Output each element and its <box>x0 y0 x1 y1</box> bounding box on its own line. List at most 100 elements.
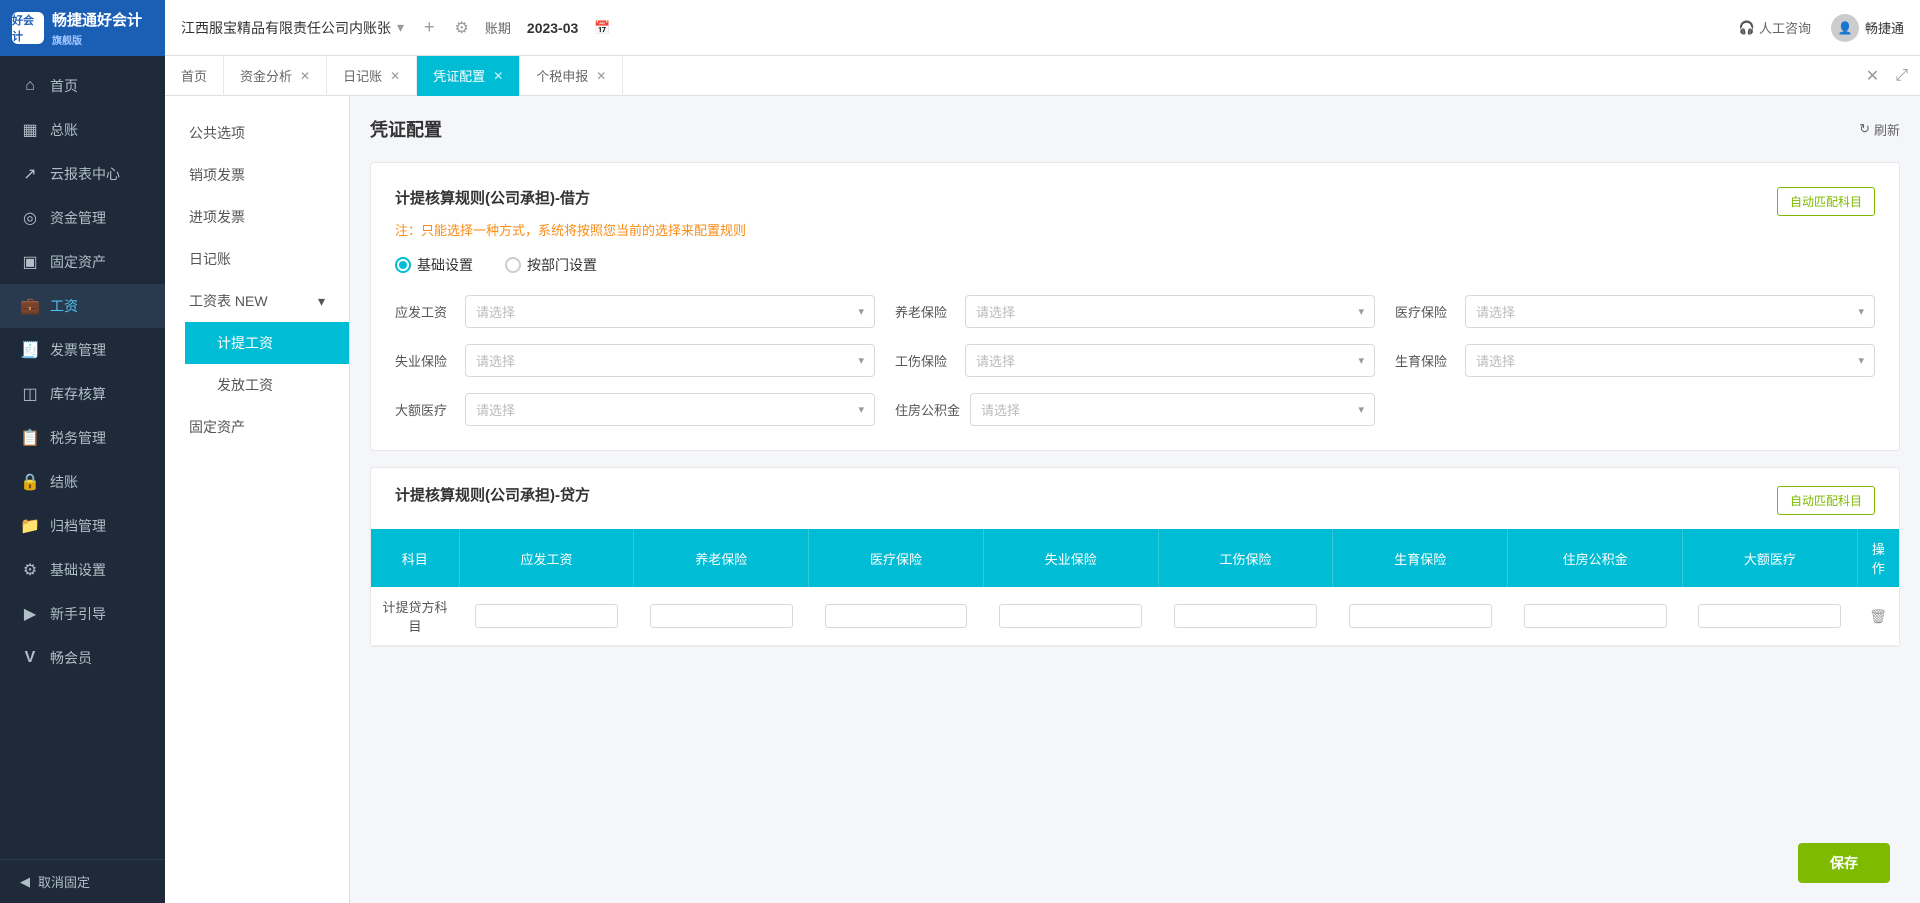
logo-icon: 好会计 <box>12 12 44 44</box>
user-name: 畅捷通 <box>1865 18 1904 37</box>
period-value: 2023-03 <box>527 20 578 36</box>
left-nav-fixed-asset[interactable]: 固定资产 <box>165 406 349 448</box>
field-label: 失业保险 <box>395 351 455 370</box>
sidebar-item-payroll[interactable]: 💼 工资 <box>0 284 165 328</box>
sidebar-item-reports[interactable]: ↗ 云报表中心 <box>0 152 165 196</box>
tab-close-icon[interactable]: ✕ <box>596 69 606 83</box>
avatar-icon: 👤 <box>1838 21 1853 35</box>
input-gongshang[interactable] <box>1174 604 1317 628</box>
row-label: 计提贷方科目 <box>371 587 459 646</box>
dropdown-arrow-icon: ▾ <box>1358 354 1364 367</box>
field-label: 生育保险 <box>1395 351 1455 370</box>
credit-auto-match-button[interactable]: 自动匹配科目 <box>1777 486 1875 515</box>
select-sheng-yu-baoxian[interactable]: 请选择 ▾ <box>1465 344 1875 377</box>
debit-auto-match-button[interactable]: 自动匹配科目 <box>1777 187 1875 216</box>
select-yi-liao-baoxian[interactable]: 请选择 ▾ <box>1465 295 1875 328</box>
sidebar-item-label: 云报表中心 <box>50 164 120 184</box>
settings-gear-icon[interactable]: ⚙ <box>455 18 469 38</box>
new-badge: NEW <box>235 293 268 309</box>
tab-tax[interactable]: 个税申报 ✕ <box>520 56 623 96</box>
left-nav-pay-wage[interactable]: 发放工资 <box>185 364 349 406</box>
tab-close-icon[interactable]: ✕ <box>493 69 503 83</box>
content-area: 公共选项 销项发票 进项发票 日记账 工资表 NEW ▾ 计提工资 <box>165 96 1920 903</box>
company-dropdown-icon: ▾ <box>397 19 404 36</box>
add-account-button[interactable]: + <box>420 17 439 38</box>
input-yingfa[interactable] <box>475 604 618 628</box>
radio-dept[interactable]: 按部门设置 <box>505 255 597 275</box>
tab-close-icon[interactable]: ✕ <box>300 69 310 83</box>
input-yanglao[interactable] <box>650 604 793 628</box>
input-daeyiliao[interactable] <box>1698 604 1841 628</box>
select-gong-shang-baoxian[interactable]: 请选择 ▾ <box>965 344 1375 377</box>
tab-fund[interactable]: 资金分析 ✕ <box>224 56 327 96</box>
sidebar-item-guide[interactable]: ▶ 新手引导 <box>0 592 165 636</box>
tab-voucher[interactable]: 凭证配置 ✕ <box>417 56 520 96</box>
close-month-icon: 🔒 <box>20 472 40 492</box>
sidebar-item-tax[interactable]: 📋 税务管理 <box>0 416 165 460</box>
sidebar-item-settings[interactable]: ⚙ 基础设置 <box>0 548 165 592</box>
left-nav-label: 发放工资 <box>217 377 273 393</box>
sidebar-item-vip[interactable]: V 畅会员 <box>0 636 165 680</box>
select-placeholder: 请选择 <box>1476 302 1515 321</box>
refresh-icon: ↻ <box>1859 121 1870 137</box>
tab-home[interactable]: 首页 <box>165 56 224 96</box>
sidebar-item-ledger[interactable]: ▦ 总账 <box>0 108 165 152</box>
cell-daeyiliao <box>1682 587 1857 646</box>
col-header-shengyu: 生育保险 <box>1333 529 1508 587</box>
field-label: 养老保险 <box>895 302 955 321</box>
left-nav-public[interactable]: 公共选项 <box>165 112 349 154</box>
sidebar-item-inventory[interactable]: ◫ 库存核算 <box>0 372 165 416</box>
dropdown-arrow-icon: ▾ <box>1858 305 1864 318</box>
save-button[interactable]: 保存 <box>1798 843 1890 883</box>
field-zhu-fang-gongjin: 住房公积金 请选择 ▾ <box>895 393 1375 426</box>
company-selector[interactable]: 江西服宝精品有限责任公司内账张 ▾ <box>181 18 404 38</box>
reports-icon: ↗ <box>20 164 40 184</box>
sidebar-item-close[interactable]: 🔒 结账 <box>0 460 165 504</box>
select-shi-ye-baoxian[interactable]: 请选择 ▾ <box>465 344 875 377</box>
col-header-action: 操作 <box>1857 529 1899 587</box>
close-tab-button[interactable]: ✕ <box>1862 62 1883 90</box>
tab-close-icon[interactable]: ✕ <box>390 69 400 83</box>
dropdown-arrow-icon: ▾ <box>1358 305 1364 318</box>
sidebar-item-fixed-assets[interactable]: ▣ 固定资产 <box>0 240 165 284</box>
field-label: 医疗保险 <box>1395 302 1455 321</box>
sidebar: 好会计 畅捷通好会计 旗舰版 ⌂ 首页 ▦ 总账 ↗ 云报表中心 ◎ 资金管理 … <box>0 0 165 903</box>
tab-journal[interactable]: 日记账 ✕ <box>327 56 417 96</box>
field-label: 工伤保险 <box>895 351 955 370</box>
refresh-button[interactable]: ↻ 刷新 <box>1859 120 1900 139</box>
calendar-icon[interactable]: 📅 <box>594 20 610 36</box>
input-shengyu[interactable] <box>1349 604 1492 628</box>
left-nav-wage-table[interactable]: 工资表 NEW ▾ <box>165 280 349 322</box>
left-nav-label: 进项发票 <box>189 209 245 225</box>
sidebar-item-home[interactable]: ⌂ 首页 <box>0 64 165 108</box>
left-nav-purchase-invoice[interactable]: 进项发票 <box>165 196 349 238</box>
radio-basic[interactable]: 基础设置 <box>395 255 473 275</box>
cancel-fixed-button[interactable]: ◀ 取消固定 <box>0 859 165 903</box>
sidebar-item-label: 基础设置 <box>50 560 106 580</box>
payroll-icon: 💼 <box>20 296 40 316</box>
tab-label: 首页 <box>181 66 207 85</box>
input-zhufang[interactable] <box>1524 604 1667 628</box>
debit-form-grid: 应发工资 请选择 ▾ 养老保险 请选择 ▾ 医疗 <box>395 295 1875 426</box>
left-nav-calc-wage[interactable]: 计提工资 <box>185 322 349 364</box>
select-zhu-fang-gongjin[interactable]: 请选择 ▾ <box>970 393 1375 426</box>
sidebar-item-archive[interactable]: 📁 归档管理 <box>0 504 165 548</box>
select-da-e-yiliao[interactable]: 请选择 ▾ <box>465 393 875 426</box>
select-ying-fa-gongzi[interactable]: 请选择 ▾ <box>465 295 875 328</box>
sidebar-item-fund[interactable]: ◎ 资金管理 <box>0 196 165 240</box>
col-header-yiliao: 医疗保险 <box>809 529 984 587</box>
expand-button[interactable]: ⤢ <box>1891 63 1912 89</box>
left-nav-sales-invoice[interactable]: 销项发票 <box>165 154 349 196</box>
radio-label-basic: 基础设置 <box>417 255 473 275</box>
left-nav-journal[interactable]: 日记账 <box>165 238 349 280</box>
input-shiye[interactable] <box>999 604 1142 628</box>
support-button[interactable]: 🎧 人工咨询 <box>1739 18 1811 37</box>
select-yang-lao-baoxian[interactable]: 请选择 ▾ <box>965 295 1375 328</box>
radio-group: 基础设置 按部门设置 <box>395 255 1875 275</box>
user-menu[interactable]: 👤 畅捷通 <box>1831 14 1904 42</box>
delete-row-button[interactable]: 🗑 <box>1869 608 1887 624</box>
sidebar-item-invoice[interactable]: 🧾 发票管理 <box>0 328 165 372</box>
left-nav-label: 工资表 <box>189 293 231 309</box>
sidebar-item-label: 首页 <box>50 76 78 96</box>
input-yiliao[interactable] <box>825 604 968 628</box>
